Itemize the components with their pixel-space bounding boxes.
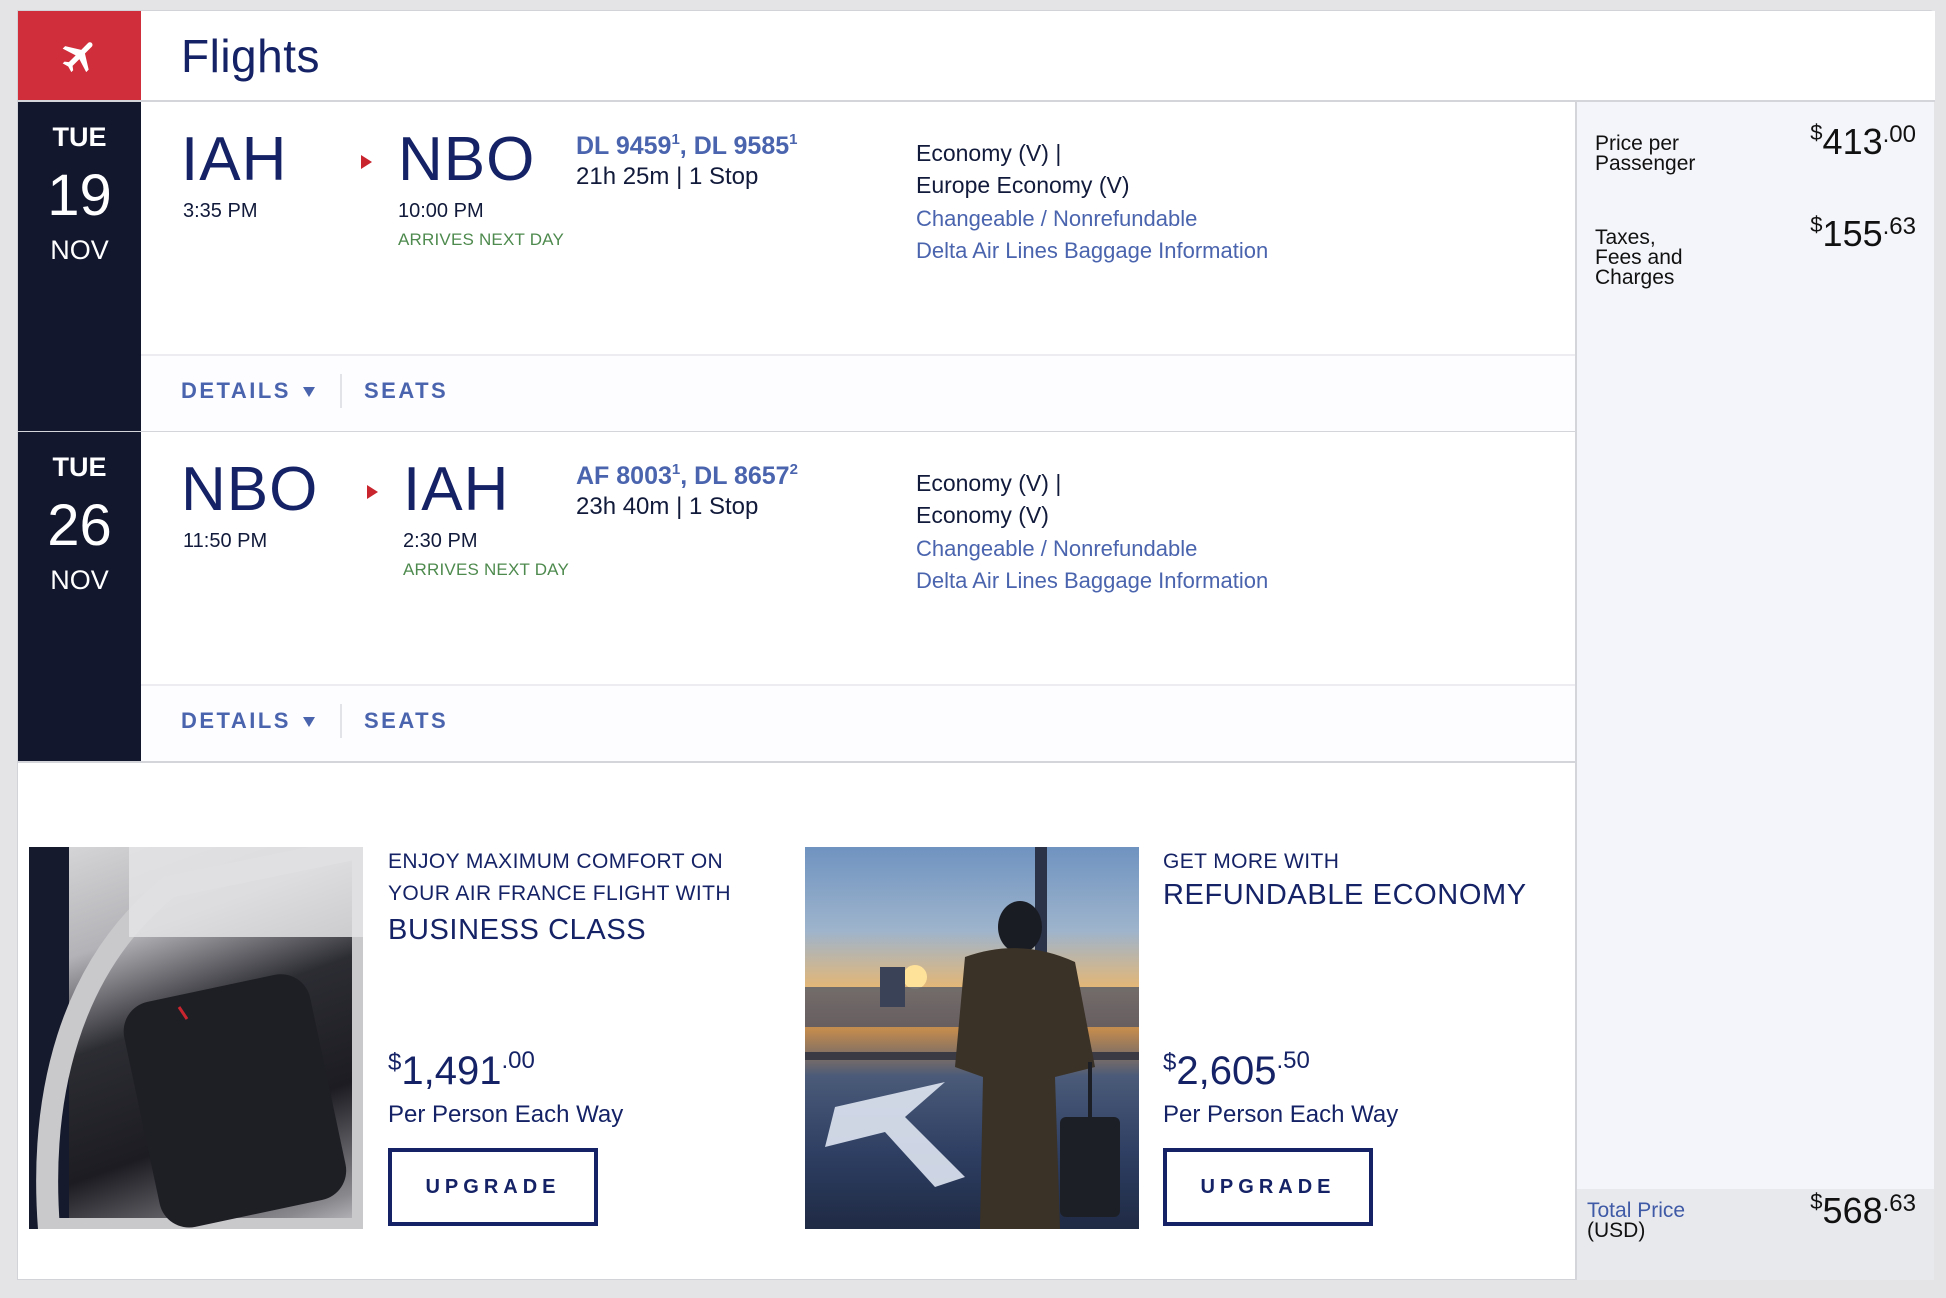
flight-footnote: 1 xyxy=(671,461,681,478)
flight-footnote: 1 xyxy=(671,131,680,148)
cabin-class-line1: Economy (V) | xyxy=(916,140,1062,166)
duration-stops: 23h 40m | 1 Stop xyxy=(576,493,759,520)
total-price-row: Total Price (USD) $568.63 xyxy=(1577,1189,1934,1280)
flight-actions-bar: DETAILS SEATS xyxy=(141,684,1575,761)
sunset-illustration xyxy=(805,847,1139,1229)
destination-airport: NBO xyxy=(398,125,536,194)
date-day-of-week: TUE xyxy=(52,122,107,152)
total-price-label: Total Price (USD) xyxy=(1587,1199,1686,1242)
header-icon-box xyxy=(18,11,141,100)
business-class-seat-image xyxy=(29,847,363,1229)
flight-number[interactable]: AF 8003 xyxy=(576,462,672,490)
price-per-passenger-amount: $413.00 xyxy=(1810,120,1916,162)
details-toggle[interactable]: DETAILS xyxy=(181,378,315,404)
flights-header: Flights xyxy=(18,11,1935,102)
promo-title: BUSINESS CLASS xyxy=(388,914,647,946)
flight-segment-return: TUE 26 NOV NBO IAH 11:50 PM 2:30 PM ARRI… xyxy=(18,432,1575,763)
promo-title: REFUNDABLE ECONOMY xyxy=(1163,879,1527,911)
baggage-info-link[interactable]: Delta Air Lines Baggage Information xyxy=(916,238,1268,264)
seats-link[interactable]: SEATS xyxy=(364,378,448,404)
taxes-label: Taxes, Fees and Charges xyxy=(1595,226,1683,289)
fare-rules-link[interactable]: Changeable / Nonrefundable xyxy=(916,206,1197,232)
date-column: TUE 19 NOV xyxy=(18,102,141,431)
upgrade-business-button[interactable]: UPGRADE xyxy=(388,1148,598,1226)
flight-numbers: AF 80031, DL 86572 xyxy=(576,461,798,490)
flights-summary-card: Flights TUE 19 NOV IAH NBO 3:35 PM 10:00… xyxy=(17,10,1935,1280)
flight-footnote: 2 xyxy=(789,461,798,478)
date-day: 19 xyxy=(47,163,112,228)
date-column: TUE 26 NOV xyxy=(18,432,141,761)
divider xyxy=(340,374,342,408)
promo-price: $1,491.00 xyxy=(388,1047,535,1093)
origin-airport: IAH xyxy=(181,125,288,194)
flight-number[interactable]: DL 9459 xyxy=(576,132,671,160)
details-label: DETAILS xyxy=(181,708,291,733)
price-summary-panel: Price per Passenger $413.00 Taxes, Fees … xyxy=(1575,102,1934,1280)
promo-kicker: ENJOY MAXIMUM COMFORT ON YOUR AIR FRANCE… xyxy=(388,850,731,905)
details-toggle[interactable]: DETAILS xyxy=(181,708,315,734)
departure-time: 11:50 PM xyxy=(183,530,268,552)
route-arrow-icon xyxy=(361,155,372,169)
baggage-info-link[interactable]: Delta Air Lines Baggage Information xyxy=(916,568,1268,594)
airplane-icon xyxy=(62,41,93,72)
traveler-at-airport-sunset-image xyxy=(805,847,1139,1229)
route-arrow-icon xyxy=(367,485,378,499)
date-day: 26 xyxy=(47,493,112,558)
origin-airport: NBO xyxy=(181,455,319,524)
total-price-amount: $568.63 xyxy=(1810,1189,1916,1231)
arrival-time: 10:00 PM xyxy=(398,200,484,222)
flight-number[interactable]: DL 9585 xyxy=(694,132,789,160)
flight-actions-bar: DETAILS SEATS xyxy=(141,354,1575,431)
arrives-next-day-note: ARRIVES NEXT DAY xyxy=(403,560,570,579)
cabin-class-line2: Europe Economy (V) xyxy=(916,172,1130,198)
promo-kicker: GET MORE WITH xyxy=(1163,850,1340,873)
flight-numbers: DL 94591, DL 95851 xyxy=(576,131,798,160)
cabin-class-line2: Economy (V) xyxy=(916,502,1049,528)
seat-illustration xyxy=(29,847,363,1229)
flight-number[interactable]: DL 8657 xyxy=(694,462,789,490)
chevron-down-icon xyxy=(302,717,315,727)
promo-price-note: Per Person Each Way xyxy=(1163,1101,1399,1128)
promo-price-note: Per Person Each Way xyxy=(388,1101,624,1128)
chevron-down-icon xyxy=(302,387,315,397)
date-day-of-week: TUE xyxy=(52,452,107,482)
flight-info: IAH NBO 3:35 PM 10:00 PM ARRIVES NEXT DA… xyxy=(141,102,1575,354)
arrives-next-day-note: ARRIVES NEXT DAY xyxy=(398,230,565,249)
upgrade-refundable-button[interactable]: UPGRADE xyxy=(1163,1148,1373,1226)
flight-segment-outbound: TUE 19 NOV IAH NBO 3:35 PM 10:00 PM ARRI… xyxy=(18,102,1575,433)
arrival-time: 2:30 PM xyxy=(403,530,478,552)
date-month: NOV xyxy=(50,235,109,265)
divider xyxy=(340,704,342,738)
promo-price: $2,605.50 xyxy=(1163,1047,1310,1093)
fare-rules-link[interactable]: Changeable / Nonrefundable xyxy=(916,536,1197,562)
cabin-class-line1: Economy (V) | xyxy=(916,470,1062,496)
page-title: Flights xyxy=(181,30,320,82)
date-month: NOV xyxy=(50,565,109,595)
flight-footnote: 1 xyxy=(789,131,798,148)
destination-airport: IAH xyxy=(403,455,510,524)
duration-stops: 21h 25m | 1 Stop xyxy=(576,163,759,190)
seats-link[interactable]: SEATS xyxy=(364,708,448,734)
departure-time: 3:35 PM xyxy=(183,200,258,222)
flight-info: NBO IAH 11:50 PM 2:30 PM ARRIVES NEXT DA… xyxy=(141,432,1575,684)
price-per-passenger-label: Price per Passenger xyxy=(1595,132,1696,175)
taxes-amount: $155.63 xyxy=(1810,212,1916,254)
details-label: DETAILS xyxy=(181,378,291,403)
